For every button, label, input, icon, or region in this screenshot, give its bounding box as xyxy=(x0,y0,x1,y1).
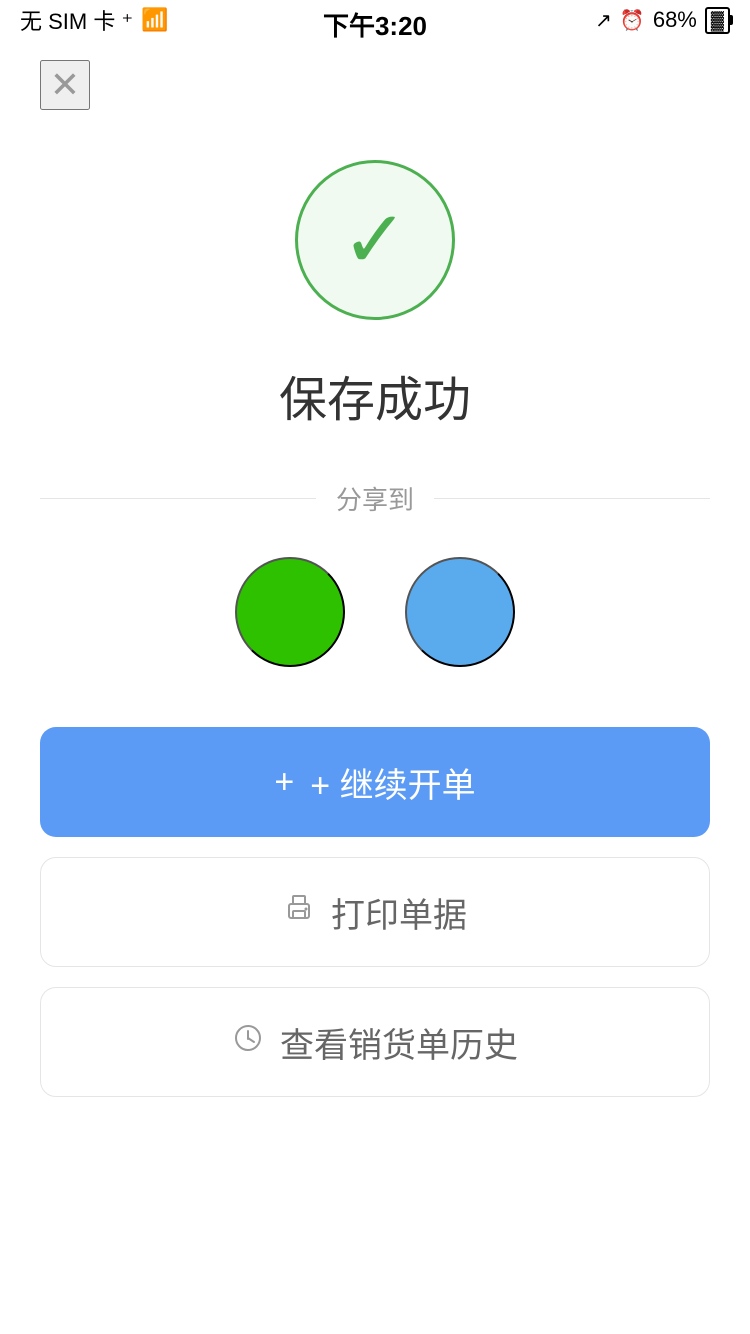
qq-share-button[interactable] xyxy=(405,557,515,667)
divider-line-right xyxy=(434,498,710,499)
history-label: 查看销货单历史 xyxy=(280,1018,518,1067)
location-icon: ↗ xyxy=(595,8,612,33)
close-button-container: ✕ xyxy=(40,60,710,110)
alarm-icon: ⏰ xyxy=(620,8,645,33)
printer-icon xyxy=(283,892,315,932)
close-button[interactable]: ✕ xyxy=(40,60,90,110)
share-icons-container xyxy=(235,557,515,667)
print-label: 打印单据 xyxy=(331,888,467,937)
status-left: 无 SIM 卡 ⁺ 📶 xyxy=(20,4,168,36)
action-buttons: + + 继续开单 打印单据 xyxy=(40,727,710,1097)
clock-icon xyxy=(232,1022,264,1062)
wechat-share-button[interactable] xyxy=(235,557,345,667)
share-label: 分享到 xyxy=(336,480,414,517)
sim-status: 无 SIM 卡 ⁺ xyxy=(20,4,133,36)
success-circle: ✓ xyxy=(295,160,455,320)
divider-line-left xyxy=(40,498,316,499)
battery-level: 68% xyxy=(653,7,697,33)
wifi-icon: 📶 xyxy=(141,7,168,33)
share-divider: 分享到 xyxy=(40,480,710,517)
status-bar: 无 SIM 卡 ⁺ 📶 下午3:20 ↗ ⏰ 68% ▓ xyxy=(0,0,750,40)
status-right: ↗ ⏰ 68% ▓ xyxy=(595,7,730,34)
continue-label: + 继续开单 xyxy=(310,758,475,807)
checkmark-icon: ✓ xyxy=(341,200,408,280)
continue-button[interactable]: + + 继续开单 xyxy=(40,727,710,837)
print-button[interactable]: 打印单据 xyxy=(40,857,710,967)
success-title: 保存成功 xyxy=(279,360,471,430)
status-time: 下午3:20 xyxy=(323,6,427,43)
main-content: ✕ ✓ 保存成功 分享到 xyxy=(0,40,750,1137)
close-icon: ✕ xyxy=(50,67,80,103)
battery-icon: ▓ xyxy=(705,7,730,34)
history-button[interactable]: 查看销货单历史 xyxy=(40,987,710,1097)
plus-icon: + xyxy=(274,763,294,802)
